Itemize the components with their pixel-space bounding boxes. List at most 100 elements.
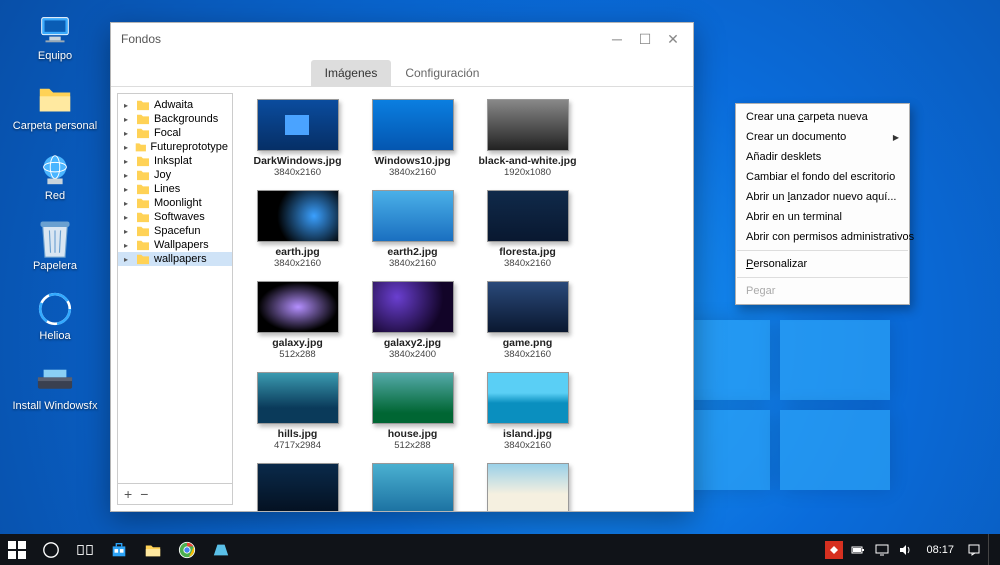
wallpaper-gallery[interactable]: DarkWindows.jpg3840x2160Windows10.jpg384… [237, 87, 693, 511]
folder-label: Wallpapers [154, 239, 209, 251]
thumb-resolution: 3840x2160 [504, 258, 551, 269]
context-label: Abrir con permisos administrativos [746, 231, 914, 243]
submenu-arrow-icon: ▶ [893, 133, 899, 142]
thumb-image [257, 99, 339, 151]
desktop-icon-folder[interactable]: Carpeta personal [0, 80, 110, 132]
context-label: Cambiar el fondo del escritorio [746, 171, 895, 183]
wallpaper-thumb[interactable]: earth.jpg3840x2160 [245, 190, 350, 269]
folder-tree-item[interactable]: ▸Moonlight [118, 196, 232, 210]
wallpaper-thumb[interactable]: game.png3840x2160 [475, 281, 580, 360]
context-item[interactable]: Personalizar [736, 254, 909, 274]
context-item[interactable]: Crear una carpeta nueva [736, 107, 909, 127]
wallpaper-thumb[interactable]: peace.jpg512x288 [475, 463, 580, 511]
folder-tree-item[interactable]: ▸Focal [118, 126, 232, 140]
context-label: Abrir un lanzador nuevo aquí... [746, 191, 896, 203]
thumb-image [257, 281, 339, 333]
start-button[interactable] [0, 534, 34, 565]
wallpaper-thumb[interactable]: earth2.jpg3840x2160 [360, 190, 465, 269]
thumb-image [257, 190, 339, 242]
folder-tree-item[interactable]: ▸Joy [118, 168, 232, 182]
wallpaper-thumb[interactable]: house.jpg512x288 [360, 372, 465, 451]
folder-label: Backgrounds [154, 113, 218, 125]
volume-icon[interactable] [896, 543, 916, 557]
tab-imagenes[interactable]: Imágenes [311, 60, 392, 86]
folder-tree-item[interactable]: ▸Wallpapers [118, 238, 232, 252]
file-explorer-icon[interactable] [136, 534, 170, 565]
context-label: Crear una carpeta nueva [746, 111, 868, 123]
store-icon[interactable] [102, 534, 136, 565]
context-item[interactable]: Cambiar el fondo del escritorio [736, 167, 909, 187]
thumb-name: game.png [503, 337, 553, 349]
thumb-resolution: 3840x2160 [389, 258, 436, 269]
folder-label: Lines [154, 183, 180, 195]
titlebar[interactable]: Fondos ─ ☐ ✕ [111, 23, 693, 55]
notifications-icon[interactable] [964, 543, 984, 557]
folder-tree-item[interactable]: ▸Futureprototype [118, 140, 232, 154]
context-item[interactable]: Abrir con permisos administrativos [736, 227, 909, 247]
fondos-window: Fondos ─ ☐ ✕ Imágenes Configuración ▸Adw… [110, 22, 694, 512]
thumb-resolution: 1920x1080 [504, 167, 551, 178]
thumb-resolution: 4717x2984 [274, 440, 321, 451]
context-label: Abrir en un terminal [746, 211, 842, 223]
thumb-image [257, 463, 339, 511]
folder-label: Moonlight [154, 197, 202, 209]
context-item[interactable]: Abrir un lanzador nuevo aquí... [736, 187, 909, 207]
thumb-resolution: 3840x2160 [504, 349, 551, 360]
folder-label: Futureprototype [150, 141, 228, 153]
wallpaper-thumb[interactable]: black-and-white.jpg1920x1080 [475, 99, 580, 178]
add-folder-button[interactable]: + [124, 486, 132, 502]
app-icon[interactable] [204, 534, 238, 565]
thumb-name: earth2.jpg [387, 246, 437, 258]
context-item[interactable]: Añadir desklets [736, 147, 909, 167]
wallpaper-thumb[interactable]: DarkWindows.jpg3840x2160 [245, 99, 350, 178]
thumb-image [487, 190, 569, 242]
folder-tree-item[interactable]: ▸wallpapers [118, 252, 232, 266]
clock[interactable]: 08:17 [920, 544, 960, 556]
thumb-name: house.jpg [388, 428, 438, 440]
wallpaper-thumb[interactable]: Windows10.jpg3840x2160 [360, 99, 465, 178]
wallpaper-thumb[interactable]: floresta.jpg3840x2160 [475, 190, 580, 269]
context-label: Pegar [746, 285, 775, 297]
desktop-icon-label: Install Windowsfx [13, 400, 98, 412]
desktop-icon-pc[interactable]: Equipo [0, 10, 110, 62]
tab-configuracion[interactable]: Configuración [391, 60, 493, 86]
desktop-icon-net[interactable]: Red [0, 150, 110, 202]
thumb-name: island.jpg [503, 428, 552, 440]
context-label: Personalizar [746, 258, 807, 270]
wallpaper-thumb[interactable]: galaxy.jpg512x288 [245, 281, 350, 360]
wallpaper-thumb[interactable]: island.jpg3840x2160 [475, 372, 580, 451]
desktop-icon-trash[interactable]: Papelera [0, 220, 110, 272]
folder-tree-item[interactable]: ▸Adwaita [118, 98, 232, 112]
chrome-icon[interactable] [170, 534, 204, 565]
thumb-name: floresta.jpg [499, 246, 556, 258]
cortana-taskbar-icon[interactable] [34, 534, 68, 565]
folder-label: Focal [154, 127, 181, 139]
folder-tree-item[interactable]: ▸Softwaves [118, 210, 232, 224]
wallpaper-thumb[interactable]: galaxy2.jpg3840x2400 [360, 281, 465, 360]
wallpaper-thumb[interactable]: hills.jpg4717x2984 [245, 372, 350, 451]
display-icon[interactable] [872, 543, 892, 557]
thumb-image [372, 190, 454, 242]
wallpaper-thumb[interactable]: paradise.jpg2880x1800 [360, 463, 465, 511]
folder-tree-item[interactable]: ▸Lines [118, 182, 232, 196]
thumb-image [257, 372, 339, 424]
desktop-context-menu: Crear una carpeta nueva Crear un document… [735, 103, 910, 305]
wallpaper-thumb[interactable]: night.jpg512x288 [245, 463, 350, 511]
desktop-icon-label: Helioa [39, 330, 70, 342]
desktop-icon-cortana[interactable]: Helioa [0, 290, 110, 342]
context-item[interactable]: Abrir en un terminal [736, 207, 909, 227]
folder-tree-item[interactable]: ▸Spacefun [118, 224, 232, 238]
battery-icon[interactable] [848, 543, 868, 557]
remove-folder-button[interactable]: − [140, 486, 148, 502]
folder-tree-item[interactable]: ▸Backgrounds [118, 112, 232, 126]
desktop-icon-install[interactable]: Install Windowsfx [0, 360, 110, 412]
folder-tree-item[interactable]: ▸Inksplat [118, 154, 232, 168]
tray-app-icon[interactable] [824, 541, 844, 559]
show-desktop-button[interactable] [988, 534, 994, 565]
maximize-button[interactable]: ☐ [631, 25, 659, 53]
context-item[interactable]: Crear un documento▶ [736, 127, 909, 147]
close-button[interactable]: ✕ [659, 25, 687, 53]
taskview-icon[interactable] [68, 534, 102, 565]
folder-label: Spacefun [154, 225, 200, 237]
minimize-button[interactable]: ─ [603, 25, 631, 53]
